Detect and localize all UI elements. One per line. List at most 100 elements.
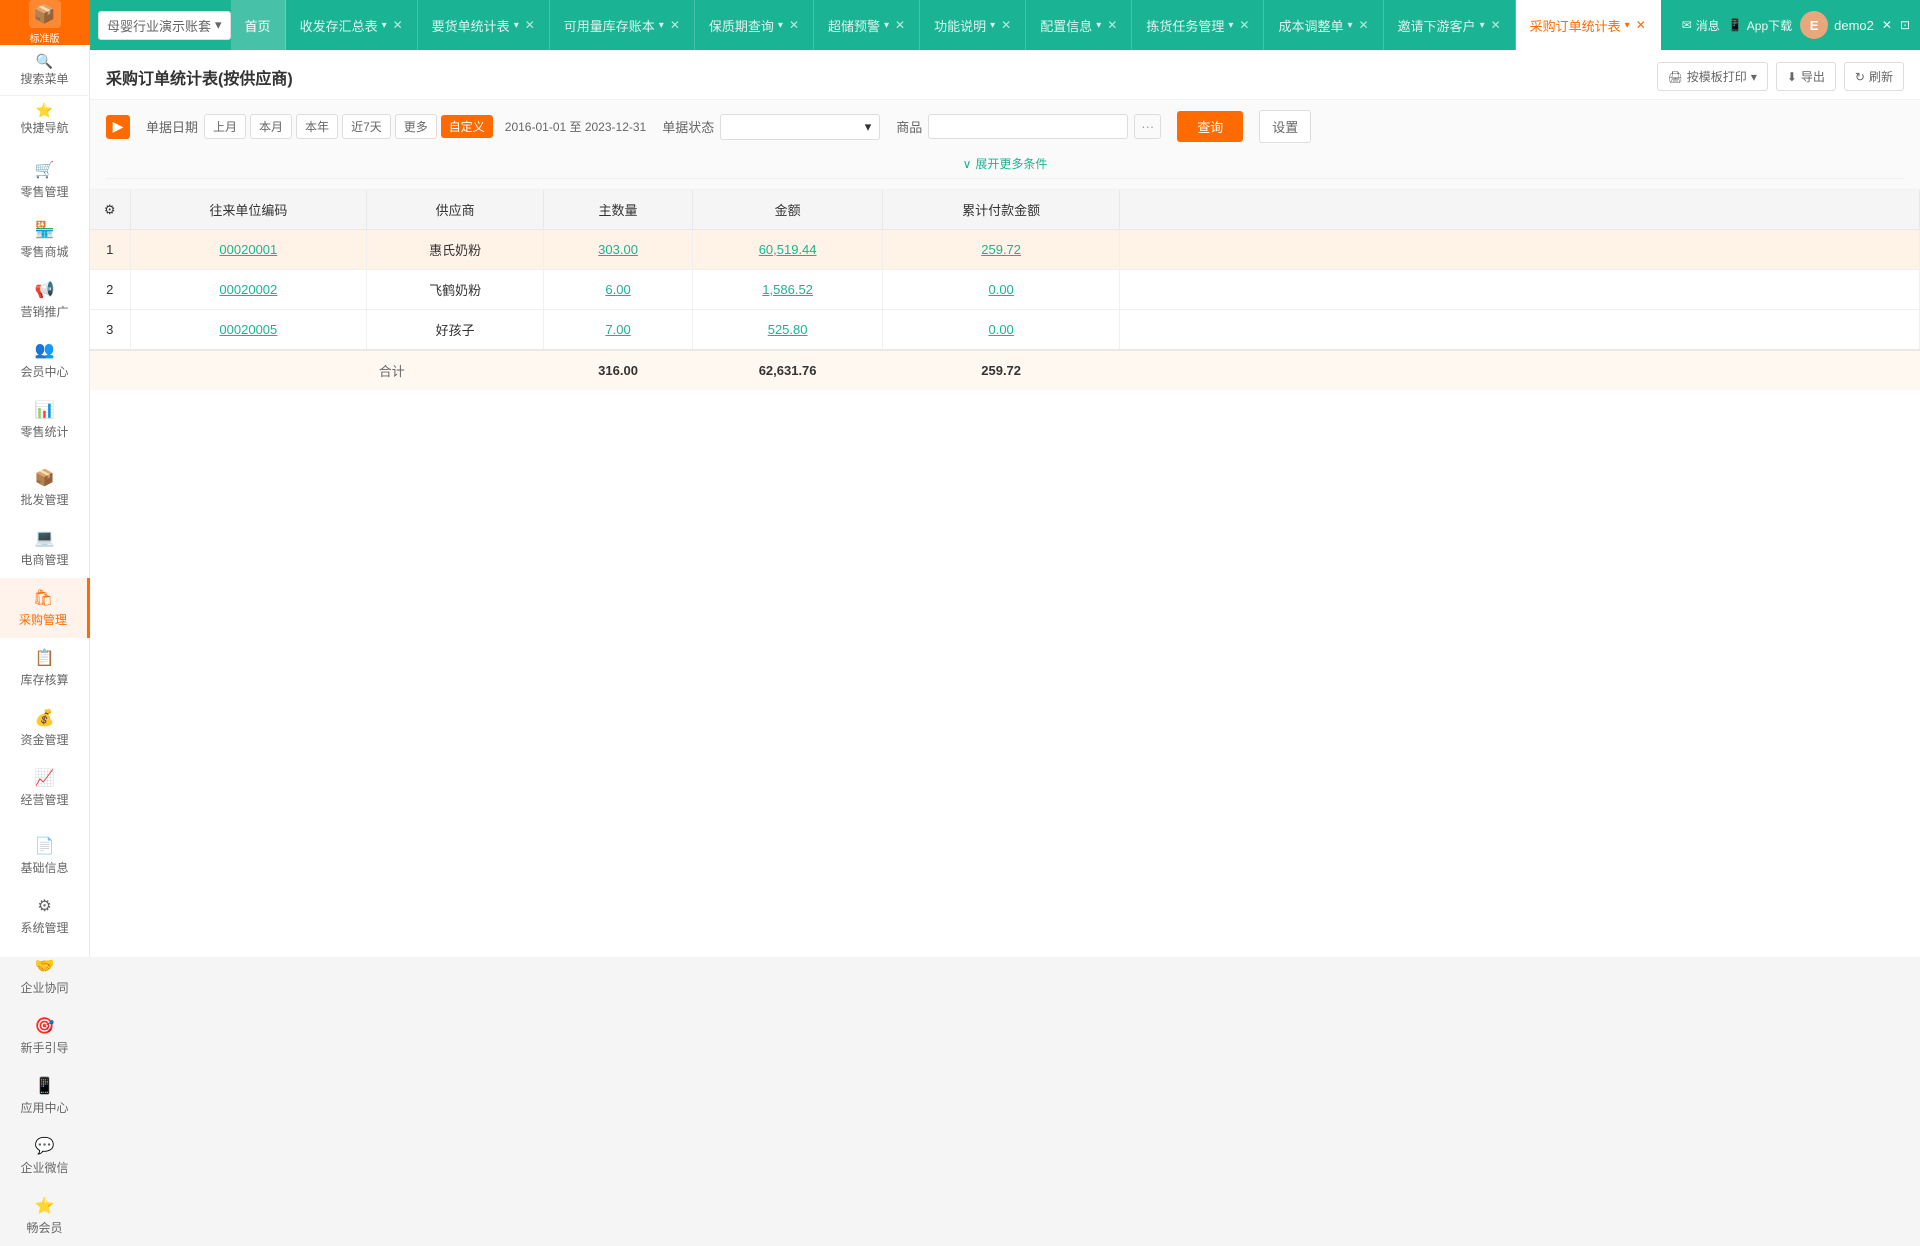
app-logo[interactable]: 📦 标准版 <box>0 0 90 45</box>
sidebar-item-retailstat[interactable]: 📊 零售统计 <box>0 390 90 450</box>
nav-tab-purchasesummary[interactable]: 采购订单统计表 ▾ ✕ <box>1516 0 1661 50</box>
goods-more-icon[interactable]: ··· <box>1134 114 1161 139</box>
close-window-button[interactable]: ✕ <box>1882 18 1892 32</box>
cell-qty[interactable]: 7.00 <box>544 310 693 351</box>
cell-qty[interactable]: 6.00 <box>544 270 693 310</box>
date-btn-this-month[interactable]: 本月 <box>250 114 292 139</box>
wholesale-icon: 📦 <box>35 468 55 488</box>
cell-paid[interactable]: 259.72 <box>883 230 1120 270</box>
code-link[interactable]: 00020005 <box>219 322 277 337</box>
nav-tab-warranty[interactable]: 保质期查询 ▾ ✕ <box>695 0 814 50</box>
date-btn-this-year[interactable]: 本年 <box>296 114 338 139</box>
row-no: 2 <box>106 282 113 297</box>
sidebar-item-vip[interactable]: ⭐ 畅会员 <box>0 1186 90 1246</box>
message-button[interactable]: ✉ 消息 <box>1682 17 1720 34</box>
page-title: 采购订单统计表(按供应商) <box>106 65 293 89</box>
user-info[interactable]: E demo2 <box>1800 11 1874 39</box>
tab-close-icon[interactable]: ✕ <box>1001 18 1011 32</box>
settings-button[interactable]: 设置 <box>1259 110 1311 143</box>
nav-tab-funcdesc-label: 功能说明 <box>934 16 986 35</box>
filter-toggle-button[interactable]: ▶ <box>106 115 130 139</box>
tab-close-icon[interactable]: ✕ <box>1239 18 1249 32</box>
date-btn-more[interactable]: 更多 <box>395 114 437 139</box>
export-icon: ⬇ <box>1787 70 1797 84</box>
account-dropdown[interactable]: 母婴行业演示账套 ▾ <box>98 11 231 40</box>
date-btn-last-month[interactable]: 上月 <box>204 114 246 139</box>
cell-code[interactable]: 00020002 <box>130 270 367 310</box>
sidebar-item-retailstore[interactable]: 🏪 零售商城 <box>0 210 90 270</box>
col-amount-header: 金额 <box>692 190 882 230</box>
nav-tab-ordersummary[interactable]: 要货单统计表 ▾ ✕ <box>418 0 550 50</box>
footer-code-cell <box>130 350 367 390</box>
cell-code[interactable]: 00020005 <box>130 310 367 351</box>
nav-tab-picktask[interactable]: 拣货任务管理 ▾ ✕ <box>1132 0 1264 50</box>
cell-amount[interactable]: 1,586.52 <box>692 270 882 310</box>
maximize-window-button[interactable]: ⊡ <box>1900 18 1910 32</box>
status-select[interactable]: ▾ <box>720 114 880 140</box>
nav-tab-costadjust-label: 成本调整单 <box>1278 16 1343 35</box>
sidebar-item-operation[interactable]: 📈 经营管理 <box>0 758 90 818</box>
nav-tab-config[interactable]: 配置信息 ▾ ✕ <box>1026 0 1132 50</box>
cell-code[interactable]: 00020001 <box>130 230 367 270</box>
cell-paid[interactable]: 0.00 <box>883 310 1120 351</box>
refresh-button[interactable]: ↻ 刷新 <box>1844 62 1904 91</box>
nav-tab-invitecustomer[interactable]: 邀请下游客户 ▾ ✕ <box>1384 0 1516 50</box>
nav-tab-funcdesc[interactable]: 功能说明 ▾ ✕ <box>920 0 1026 50</box>
sidebar-item-ecommerce[interactable]: 💻 电商管理 <box>0 518 90 578</box>
tab-close-icon[interactable]: ✕ <box>1107 18 1117 32</box>
print-button[interactable]: 🖨 按模板打印 ▾ <box>1657 62 1768 91</box>
cell-amount[interactable]: 60,519.44 <box>692 230 882 270</box>
export-button[interactable]: ⬇ 导出 <box>1776 62 1836 91</box>
maximize-icon: ⊡ <box>1900 18 1910 32</box>
nav-tab-home[interactable]: 首页 <box>231 0 286 50</box>
sidebar-item-corpwechat[interactable]: 💬 企业微信 <box>0 1126 90 1186</box>
table-row: 1 00020001 惠氏奶粉 303.00 60,519.44 259.72 <box>90 230 1920 270</box>
sidebar-item-newguide[interactable]: 🎯 新手引导 <box>0 1006 90 1066</box>
retailstore-icon: 🏪 <box>35 220 55 240</box>
sidebar-item-marketing[interactable]: 📢 营销推广 <box>0 270 90 330</box>
message-label: 消息 <box>1696 17 1720 34</box>
goods-input[interactable] <box>928 114 1128 139</box>
tab-close-icon[interactable]: ✕ <box>670 18 680 32</box>
tab-close-icon[interactable]: ✕ <box>789 18 799 32</box>
tab-close-icon[interactable]: ✕ <box>525 18 535 32</box>
operation-icon: 📈 <box>35 768 55 788</box>
nav-tab-inventory[interactable]: 可用量库存账本 ▾ ✕ <box>550 0 695 50</box>
sidebar-item-wholesale[interactable]: 📦 批发管理 <box>0 458 90 518</box>
query-button[interactable]: 查询 <box>1177 111 1243 142</box>
tab-arrow-icon: ▾ <box>884 20 889 31</box>
tab-close-icon[interactable]: ✕ <box>895 18 905 32</box>
sidebar-item-basic[interactable]: 📄 基础信息 <box>0 826 90 886</box>
sidebar-item-purchase[interactable]: 🛍 采购管理 <box>0 578 90 638</box>
footer-paid: 259.72 <box>883 350 1120 390</box>
code-link[interactable]: 00020001 <box>219 242 277 257</box>
svg-text:📦: 📦 <box>33 3 55 24</box>
sidebar-item-membership[interactable]: 👥 会员中心 <box>0 330 90 390</box>
nav-tab-shoufasummary[interactable]: 收发存汇总表 ▾ ✕ <box>286 0 418 50</box>
tab-close-icon[interactable]: ✕ <box>1491 18 1501 32</box>
tab-close-icon[interactable]: ✕ <box>393 18 403 32</box>
sidebar-item-system[interactable]: ⚙ 系统管理 <box>0 886 90 946</box>
nav-tab-overstock[interactable]: 超储预警 ▾ ✕ <box>814 0 920 50</box>
cell-qty[interactable]: 303.00 <box>544 230 693 270</box>
sidebar-item-search[interactable]: 🔍 搜索菜单 <box>0 45 90 96</box>
sidebar-item-retail[interactable]: 🛒 零售管理 <box>0 150 90 210</box>
date-btn-7days[interactable]: 近7天 <box>342 114 391 139</box>
sidebar-item-enterprise[interactable]: 🤝 企业协同 <box>0 946 90 1006</box>
tab-close-icon[interactable]: ✕ <box>1358 18 1368 32</box>
app-download-button[interactable]: 📱 App下载 <box>1728 17 1792 34</box>
sidebar: 📦 标准版 🔍 搜索菜单 ⭐ 快捷导航 🛒 零售管理 🏪 零售商城 📢 营销推广… <box>0 0 90 957</box>
code-link[interactable]: 00020002 <box>219 282 277 297</box>
cell-paid[interactable]: 0.00 <box>883 270 1120 310</box>
cell-amount[interactable]: 525.80 <box>692 310 882 351</box>
tab-arrow-icon: ▾ <box>514 20 519 31</box>
sidebar-item-appcenter[interactable]: 📱 应用中心 <box>0 1066 90 1126</box>
tab-close-icon-active[interactable]: ✕ <box>1636 18 1646 32</box>
nav-tab-costadjust[interactable]: 成本调整单 ▾ ✕ <box>1264 0 1383 50</box>
expand-button[interactable]: ∨ 展开更多条件 <box>112 155 1898 172</box>
custom-date-tag[interactable]: 自定义 <box>441 115 493 138</box>
settings-col-icon[interactable]: ⚙ <box>104 202 116 217</box>
sidebar-item-inventory-mgmt[interactable]: 📋 库存核算 <box>0 638 90 698</box>
sidebar-item-quicknav[interactable]: ⭐ 快捷导航 <box>0 96 90 142</box>
sidebar-item-finance[interactable]: 💰 资金管理 <box>0 698 90 758</box>
